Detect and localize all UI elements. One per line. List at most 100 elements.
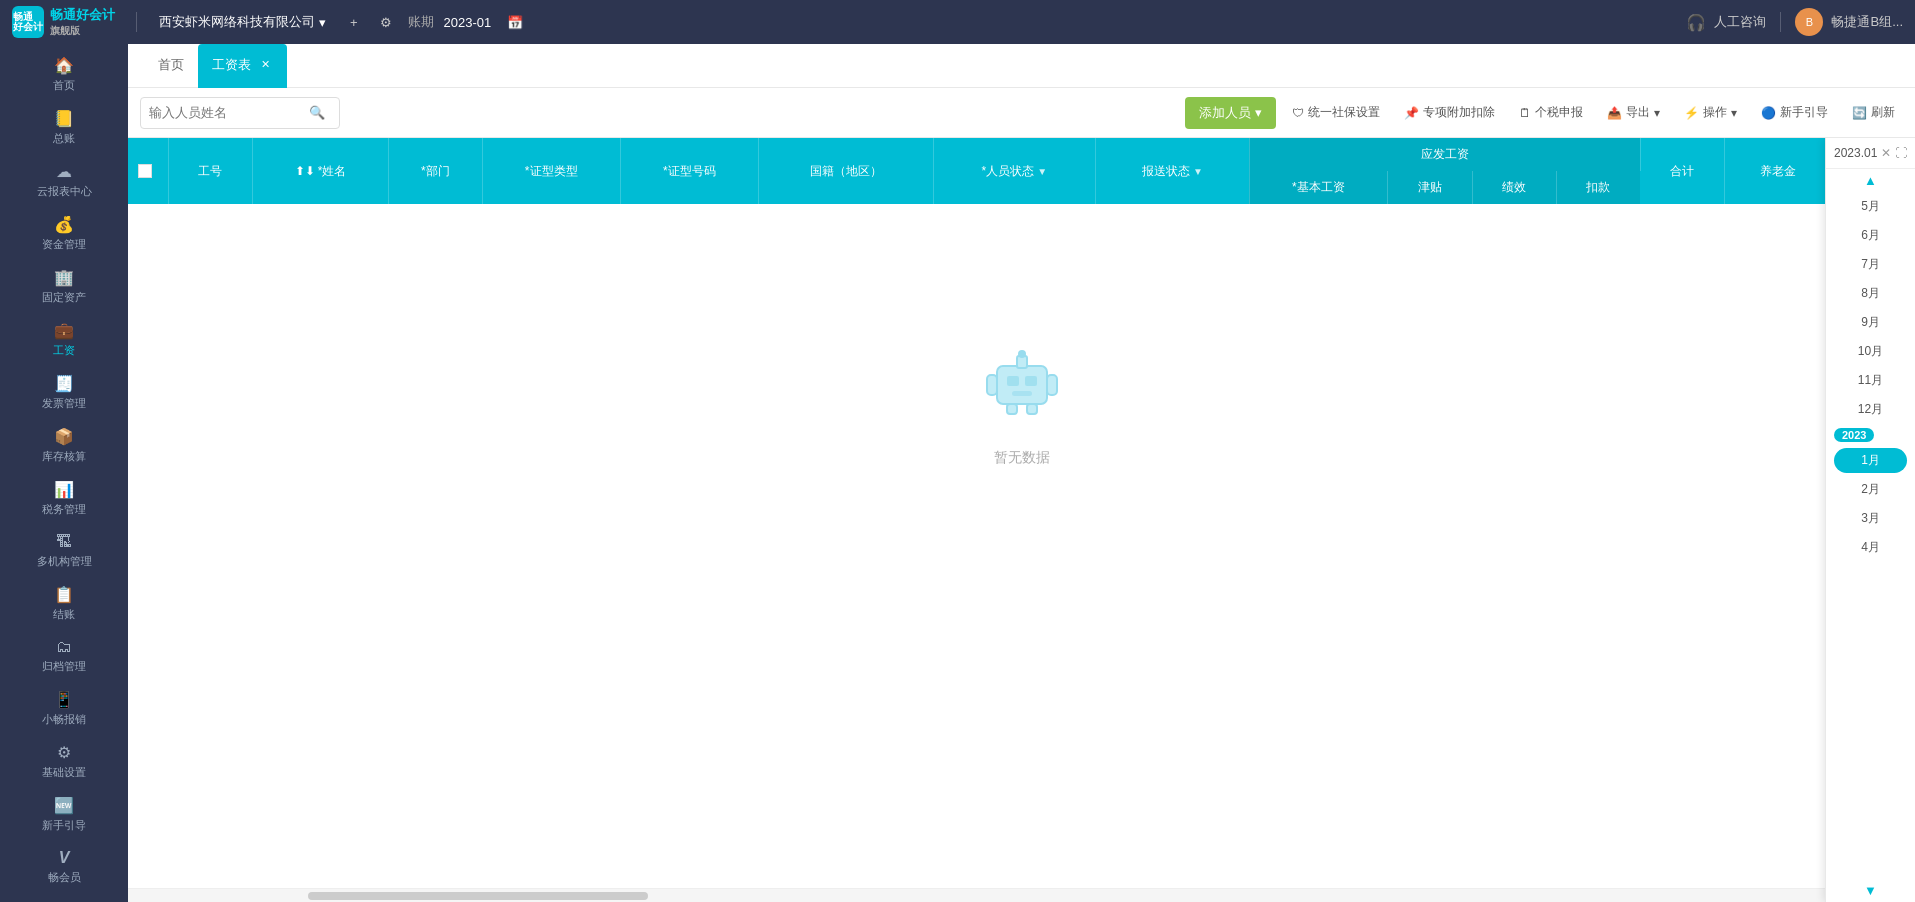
svg-rect-7	[1047, 375, 1057, 395]
filter-status-icon[interactable]: ▼	[1037, 166, 1047, 177]
sidebar-item-multi-org[interactable]: 🏗 多机构管理	[0, 525, 128, 577]
dropdown-icon: ▾	[319, 15, 326, 30]
date-month-11[interactable]: 11月	[1826, 366, 1915, 395]
svg-rect-1	[1007, 376, 1019, 386]
select-all-checkbox[interactable]	[138, 164, 152, 178]
support-btn[interactable]: 🎧 人工咨询	[1686, 13, 1766, 32]
sidebar-item-cloud-report[interactable]: ☁ 云报表中心	[0, 154, 128, 207]
date-panel-expand-btn[interactable]: ⛶	[1895, 146, 1907, 160]
guide-icon: 🆕	[54, 796, 74, 815]
period-value[interactable]: 2023-01	[444, 15, 492, 30]
date-month-8[interactable]: 8月	[1826, 279, 1915, 308]
date-month-2[interactable]: 2月	[1826, 475, 1915, 504]
headset-icon: 🎧	[1686, 13, 1706, 32]
sidebar-item-ledger[interactable]: 📒 总账	[0, 101, 128, 154]
shield-icon: 🛡	[1292, 106, 1304, 120]
sidebar-item-guide[interactable]: 🆕 新手引导	[0, 788, 128, 841]
sidebar-item-home[interactable]: 🏠 首页	[0, 48, 128, 101]
empty-state: 暂无数据	[128, 204, 1915, 604]
th-performance: 绩效	[1472, 171, 1556, 204]
th-total: 合计	[1640, 138, 1724, 204]
th-base-salary: *基本工资	[1249, 171, 1387, 204]
svg-rect-8	[1007, 404, 1017, 414]
cloud-icon: ☁	[56, 162, 72, 181]
empty-icon	[982, 341, 1062, 437]
sidebar-item-tax[interactable]: 📊 税务管理	[0, 472, 128, 525]
payroll-icon: 💼	[54, 321, 74, 340]
sidebar-item-invoice[interactable]: 🧾 发票管理	[0, 366, 128, 419]
sidebar-item-close-account[interactable]: 📋 结账	[0, 577, 128, 630]
scrollbar-area	[128, 888, 1915, 902]
sidebar-item-vip[interactable]: V 畅会员	[0, 841, 128, 893]
date-month-6[interactable]: 6月	[1826, 221, 1915, 250]
date-month-7[interactable]: 7月	[1826, 250, 1915, 279]
export-icon: 📤	[1607, 106, 1622, 120]
sidebar-item-inventory[interactable]: 📦 库存核算	[0, 419, 128, 472]
date-month-1-active[interactable]: 1月	[1834, 448, 1907, 473]
date-month-5[interactable]: 5月	[1826, 192, 1915, 221]
sidebar-item-assets[interactable]: 🏢 固定资产	[0, 260, 128, 313]
top-bar: 畅通好会计 畅通好会计 旗舰版 西安虾米网络科技有限公司 ▾ + ⚙ 账期 20…	[0, 0, 1915, 44]
logo-icon: 畅通好会计	[12, 6, 44, 38]
date-month-3[interactable]: 3月	[1826, 504, 1915, 533]
refresh-btn[interactable]: 🔄 刷新	[1844, 100, 1903, 125]
company-selector[interactable]: 西安虾米网络科技有限公司 ▾	[151, 9, 334, 35]
year-2023-badge: 2023	[1834, 428, 1874, 442]
user-menu[interactable]: B 畅捷通B组...	[1795, 8, 1903, 36]
svg-rect-0	[997, 366, 1047, 404]
search-input[interactable]	[149, 105, 309, 120]
export-btn[interactable]: 📤 导出 ▾	[1599, 100, 1668, 125]
special-deduct-btn[interactable]: 📌 专项附加扣除	[1396, 100, 1503, 125]
tab-payroll[interactable]: 工资表 ✕	[198, 44, 287, 88]
add-btn[interactable]: +	[344, 11, 364, 34]
personal-tax-btn[interactable]: 🗒 个税申报	[1511, 100, 1591, 125]
th-payable-group: 应发工资	[1249, 138, 1640, 171]
tabs-bar: 首页 工资表 ✕	[128, 44, 1915, 88]
social-security-btn[interactable]: 🛡 统一社保设置	[1284, 100, 1388, 125]
sidebar-item-payroll[interactable]: 💼 工资	[0, 313, 128, 366]
date-month-10[interactable]: 10月	[1826, 337, 1915, 366]
fund-icon: 💰	[54, 215, 74, 234]
invoice-icon: 🧾	[54, 374, 74, 393]
date-month-9[interactable]: 9月	[1826, 308, 1915, 337]
content-wrapper: 工号 ⬆⬇ *姓名 *部门 *证型类型 *证	[128, 138, 1915, 902]
app-container: 畅通好会计 畅通好会计 旗舰版 西安虾米网络科技有限公司 ▾ + ⚙ 账期 20…	[0, 0, 1915, 902]
settings-btn[interactable]: ⚙	[374, 11, 398, 34]
th-id-number: *证型号码	[620, 138, 758, 204]
tax-report-icon: 🗒	[1519, 106, 1531, 120]
th-id-type: *证型类型	[482, 138, 620, 204]
date-nav-up[interactable]: ▲	[1826, 169, 1915, 192]
search-icon[interactable]: 🔍	[309, 105, 325, 120]
up-arrow-icon[interactable]: ▲	[1860, 169, 1881, 192]
tab-close-payroll[interactable]: ✕	[257, 57, 273, 73]
sidebar-item-archive[interactable]: 🗂 归档管理	[0, 630, 128, 682]
th-allowance: 津贴	[1388, 171, 1472, 204]
logo-area: 畅通好会计 畅通好会计 旗舰版	[12, 6, 122, 38]
company-name: 西安虾米网络科技有限公司	[159, 13, 315, 31]
add-people-button[interactable]: 添加人员 ▾	[1185, 97, 1276, 129]
calendar-icon[interactable]: 📅	[501, 11, 529, 34]
assets-icon: 🏢	[54, 268, 74, 287]
svg-rect-9	[1027, 404, 1037, 414]
guide-toolbar-icon: 🔵	[1761, 106, 1776, 120]
date-month-4[interactable]: 4月	[1826, 533, 1915, 562]
divider-1	[136, 12, 137, 32]
period-label: 账期	[408, 13, 434, 31]
sidebar-item-expense[interactable]: 📱 小畅报销	[0, 682, 128, 735]
guide-btn[interactable]: 🔵 新手引导	[1753, 100, 1836, 125]
operations-btn[interactable]: ⚡ 操作 ▾	[1676, 100, 1745, 125]
toolbar: 🔍 添加人员 ▾ 🛡 统一社保设置 📌 专项附加扣除 🗒 个	[128, 88, 1915, 138]
date-nav-down[interactable]: ▼	[1826, 879, 1915, 902]
inventory-icon: 📦	[54, 427, 74, 446]
filter-report-icon[interactable]: ▼	[1193, 166, 1203, 177]
tab-home[interactable]: 首页	[144, 44, 198, 88]
sidebar-item-fund[interactable]: 💰 资金管理	[0, 207, 128, 260]
horizontal-scrollbar[interactable]	[308, 892, 648, 900]
table-area[interactable]: 工号 ⬆⬇ *姓名 *部门 *证型类型 *证	[128, 138, 1915, 888]
date-month-12[interactable]: 12月	[1826, 395, 1915, 424]
date-panel-close-btn[interactable]: ✕	[1881, 146, 1891, 160]
sidebar-item-settings[interactable]: ⚙ 基础设置	[0, 735, 128, 788]
down-arrow-icon[interactable]: ▼	[1860, 879, 1881, 902]
date-panel-header: 2023.01 ✕ ⛶	[1826, 138, 1915, 169]
th-checkbox	[128, 138, 168, 204]
